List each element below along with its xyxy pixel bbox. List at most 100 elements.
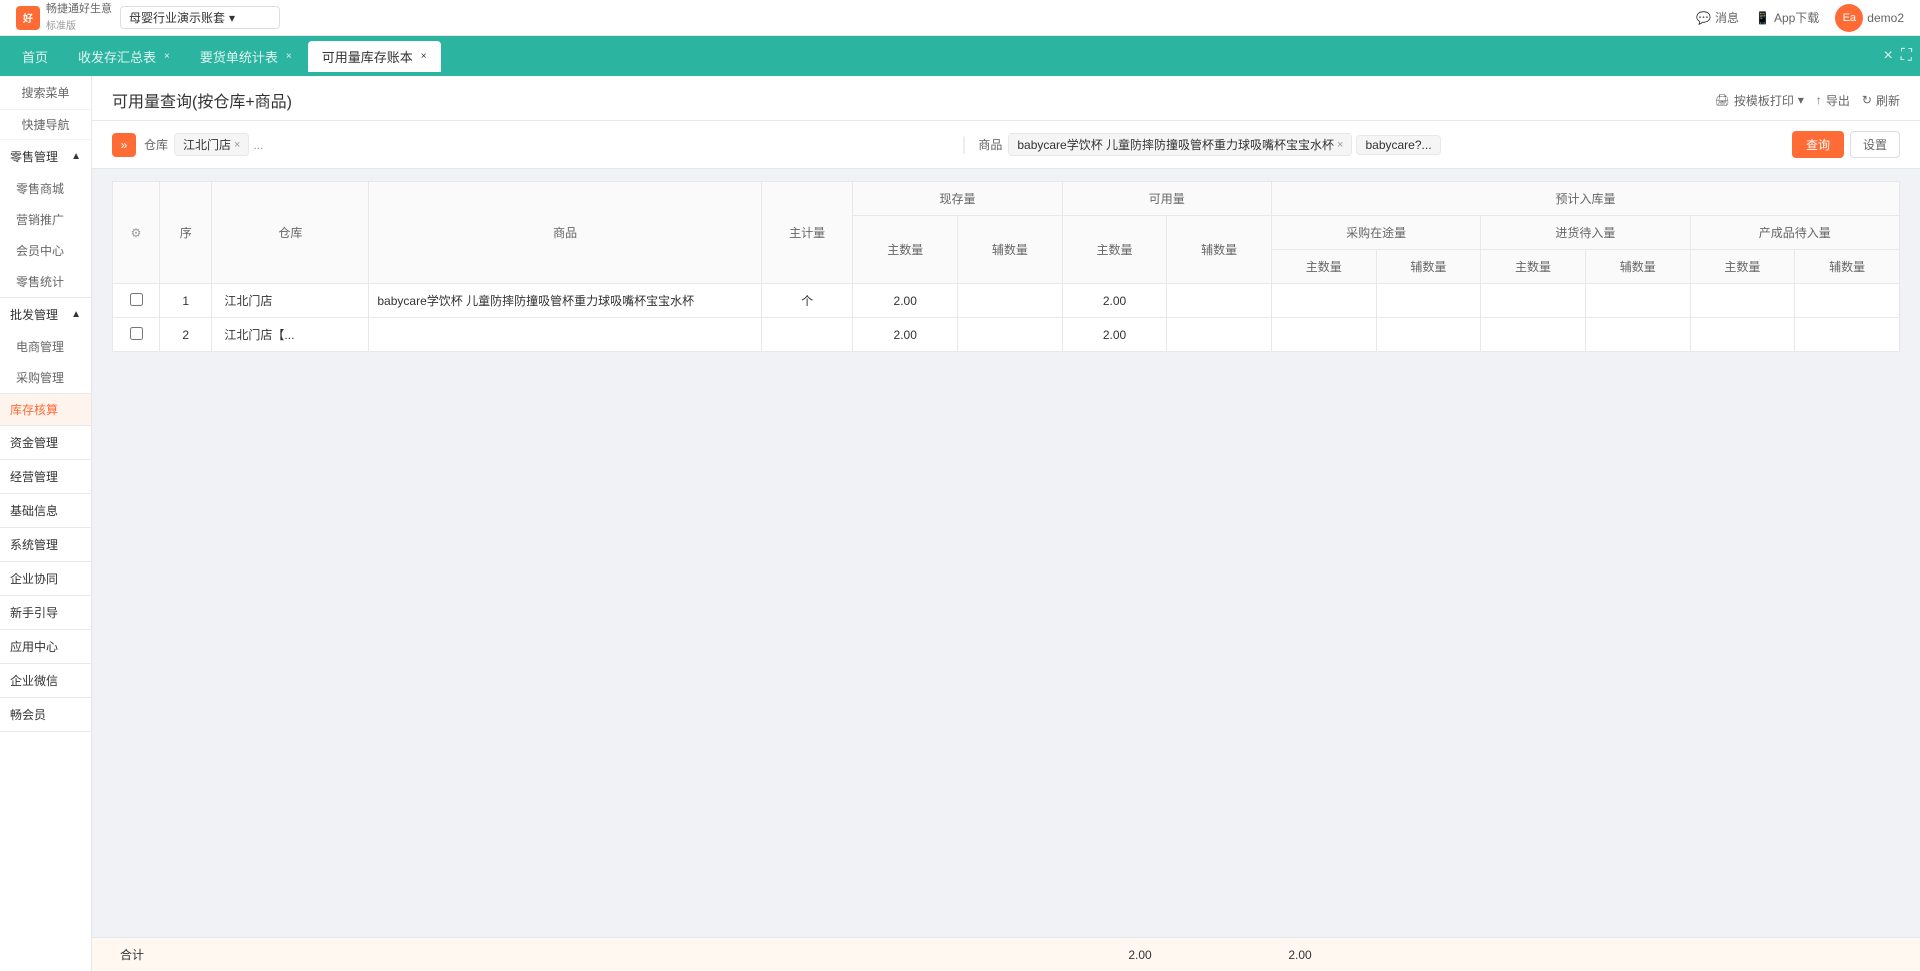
row2-checkbox[interactable] [113, 318, 160, 352]
row2-production-main [1690, 318, 1795, 352]
top-bar: 好 畅捷通好生意 标准版 母婴行业演示账套 ▾ 💬 消息 📱 App下载 Ea … [0, 0, 1920, 36]
sidebar-item-purchase[interactable]: 采购管理 [0, 362, 91, 393]
warehouse-filter-tags: 江北门店 × ... [174, 133, 950, 156]
product-tag-1-remove[interactable]: × [1337, 139, 1343, 151]
print-chevron-icon: ▾ [1798, 93, 1804, 107]
product-filter-tags: babycare学饮杯 儿童防摔防撞吸管杯重力球吸嘴杯宝宝水杯 × babyca… [1008, 133, 1784, 156]
sidebar-section-inventory: 库存核算 [0, 394, 91, 426]
sidebar-section-newguide-header[interactable]: 新手引导 [0, 596, 91, 629]
download-icon: 📱 [1755, 11, 1770, 25]
row1-available-main: 2.00 [1062, 284, 1167, 318]
tab-close-inventory[interactable]: × [421, 51, 427, 62]
col-purchase-aux: 辅数量 [1376, 250, 1481, 284]
warehouse-tag-remove[interactable]: × [234, 139, 240, 151]
print-icon: 🖨 [1715, 93, 1730, 107]
top-bar-left: 好 畅捷通好生意 标准版 母婴行业演示账套 ▾ [16, 3, 280, 31]
row1-incoming-aux [1585, 284, 1690, 318]
summary-available-main: 2.00 [1260, 948, 1340, 962]
row1-incoming-main [1481, 284, 1586, 318]
row2-incoming-aux [1585, 318, 1690, 352]
col-production-pending-header: 产成品待入量 [1690, 216, 1899, 250]
sidebar-section-system: 系统管理 [0, 528, 91, 562]
warehouse-tag-1: 江北门店 × [174, 133, 249, 156]
row1-checkbox[interactable] [113, 284, 160, 318]
print-button[interactable]: 🖨 按模板打印 ▾ [1715, 92, 1804, 109]
main-layout: 搜索菜单 快捷导航 零售管理 ▲ 零售商城 营销推广 会员中心 零售统计 批发管… [0, 76, 1920, 971]
sidebar-section-basic: 基础信息 [0, 494, 91, 528]
sidebar-section-system-header[interactable]: 系统管理 [0, 528, 91, 561]
row1-currentstock-main: 2.00 [853, 284, 958, 318]
row2-available-aux [1167, 318, 1272, 352]
sidebar-section-enterprise-header[interactable]: 企业协同 [0, 562, 91, 595]
row2-product [369, 318, 761, 352]
sidebar-section-inventory-header[interactable]: 库存核算 [0, 394, 91, 425]
col-settings[interactable]: ⚙ [113, 182, 160, 284]
row1-currentstock-aux [958, 284, 1063, 318]
sidebar-item-marketing[interactable]: 营销推广 [0, 204, 91, 235]
row1-product: babycare学饮杯 儿童防摔防撞吸管杯重力球吸嘴杯宝宝水杯 [369, 284, 761, 318]
col-mainunit-header: 主计量 [761, 182, 853, 284]
sidebar-section-appcenter: 应用中心 [0, 630, 91, 664]
col-purchase-main: 主数量 [1271, 250, 1376, 284]
row2-purchase-aux [1376, 318, 1481, 352]
col-currentstock-header: 现存量 [853, 182, 1062, 216]
tab-receipt-summary[interactable]: 收发存汇总表 × [64, 41, 184, 72]
sidebar-section-retail-header[interactable]: 零售管理 ▲ [0, 140, 91, 173]
filter-actions: 查询 设置 [1792, 131, 1900, 158]
sidebar-nav-quicknav[interactable]: 快捷导航 [0, 110, 91, 140]
page-title: 可用量查询(按仓库+商品) [112, 88, 292, 112]
sidebar-section-wholesale-header[interactable]: 批发管理 ▲ [0, 298, 91, 331]
query-button[interactable]: 查询 [1792, 131, 1844, 158]
tab-order-stats[interactable]: 要货单统计表 × [186, 41, 306, 72]
tab-close-receipt[interactable]: × [164, 51, 170, 62]
industry-selector[interactable]: 母婴行业演示账套 ▾ [120, 6, 280, 29]
avatar: Ea [1835, 4, 1863, 32]
sidebar-search-text[interactable]: 搜索菜单 [8, 84, 83, 101]
sidebar: 搜索菜单 快捷导航 零售管理 ▲ 零售商城 营销推广 会员中心 零售统计 批发管… [0, 76, 92, 971]
app-download-button[interactable]: 📱 App下载 [1755, 9, 1819, 26]
col-production-aux: 辅数量 [1795, 250, 1900, 284]
row1-seq: 1 [160, 284, 212, 318]
message-button[interactable]: 💬 消息 [1696, 9, 1739, 26]
tab-home[interactable]: 首页 [8, 41, 62, 72]
sidebar-section-basic-header[interactable]: 基础信息 [0, 494, 91, 527]
warehouse-filter-more[interactable]: ... [253, 138, 263, 152]
table-row: 2 江北门店【... 2.00 2.00 [113, 318, 1900, 352]
tab-maximize[interactable]: ⛶ [1901, 47, 1912, 65]
col-production-main: 主数量 [1690, 250, 1795, 284]
warehouse-filter-label: 仓库 [144, 136, 168, 153]
sidebar-item-member[interactable]: 会员中心 [0, 235, 91, 266]
sidebar-section-newguide: 新手引导 [0, 596, 91, 630]
chevron-down-icon: ▾ [229, 11, 235, 25]
sidebar-item-ecommerce[interactable]: 电商管理 [0, 331, 91, 362]
sidebar-section-wechat-header[interactable]: 企业微信 [0, 664, 91, 697]
row2-currentstock-main: 2.00 [853, 318, 958, 352]
col-seq-header: 序 [160, 182, 212, 284]
sidebar-section-member2-header[interactable]: 畅会员 [0, 698, 91, 731]
table-area: ⚙ 序 仓库 商品 主计量 现存量 可用量 预计入库量 主数量 辅数量 主数量 [92, 169, 1920, 937]
content-area: 可用量查询(按仓库+商品) 🖨 按模板打印 ▾ ↑ 导出 ↻ 刷新 » [92, 76, 1920, 971]
expand-wholesale-icon: ▲ [71, 309, 81, 320]
sidebar-section-wechat: 企业微信 [0, 664, 91, 698]
tab-close-all[interactable]: × [1883, 47, 1892, 65]
logo-icon: 好 [16, 6, 40, 30]
sidebar-search[interactable]: 搜索菜单 [0, 76, 91, 110]
tab-close-order[interactable]: × [286, 51, 292, 62]
summary-currentstock-main: 2.00 [1100, 948, 1180, 962]
filter-expand-button[interactable]: » [112, 133, 136, 157]
sidebar-section-appcenter-header[interactable]: 应用中心 [0, 630, 91, 663]
page-header: 可用量查询(按仓库+商品) 🖨 按模板打印 ▾ ↑ 导出 ↻ 刷新 [92, 76, 1920, 121]
settings-button[interactable]: 设置 [1850, 131, 1900, 158]
refresh-button[interactable]: ↻ 刷新 [1862, 92, 1900, 109]
table-settings-icon[interactable]: ⚙ [131, 226, 142, 240]
user-menu[interactable]: Ea demo2 [1835, 4, 1904, 32]
sidebar-item-retail-mall[interactable]: 零售商城 [0, 173, 91, 204]
sidebar-section-finance-header[interactable]: 资金管理 [0, 426, 91, 459]
summary-label: 合计 [112, 946, 252, 963]
row2-currentstock-aux [958, 318, 1063, 352]
sidebar-section-operations-header[interactable]: 经营管理 [0, 460, 91, 493]
col-warehouse-header: 仓库 [212, 182, 369, 284]
export-button[interactable]: ↑ 导出 [1816, 92, 1850, 109]
sidebar-item-retail-stats[interactable]: 零售统计 [0, 266, 91, 297]
tab-available-inventory[interactable]: 可用量库存账本 × [308, 41, 441, 72]
